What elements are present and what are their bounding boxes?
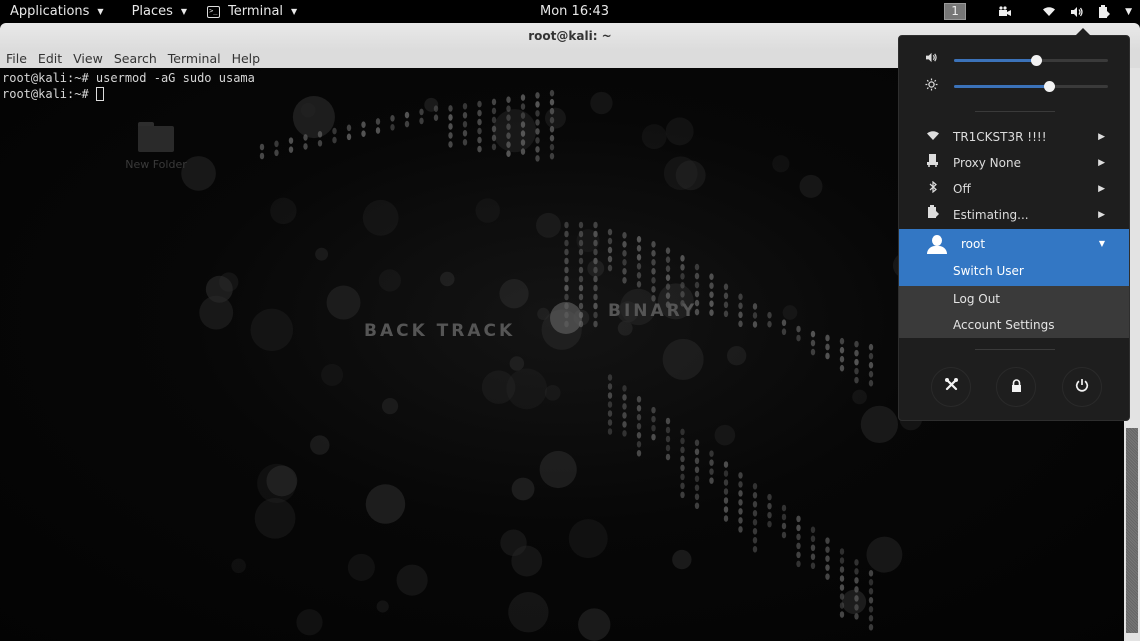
menu-view[interactable]: View [73,50,109,68]
scrollbar-thumb[interactable] [1126,428,1138,633]
submenu-arrow-icon: ▶ [1098,184,1105,194]
desktop-icon-new-folder[interactable]: New Folder [118,122,194,171]
brightness-slider-knob[interactable] [1044,81,1056,92]
places-menu[interactable]: Places ▼ [122,0,198,23]
menu-edit[interactable]: Edit [38,50,68,68]
power-button[interactable] [1062,367,1102,407]
terminal-icon: >_ [207,5,221,18]
chevron-down-icon: ▼ [97,7,104,16]
screencast-icon[interactable] [998,5,1012,18]
volume-slider-knob[interactable] [1030,55,1042,66]
log-out-label: Log Out [953,292,1001,306]
volume-icon [925,52,938,66]
battery-icon [925,202,941,228]
terminal-prompt: root@kali:~# [2,87,96,101]
bluetooth-label: Off [953,182,971,196]
volume-icon[interactable] [1070,6,1084,18]
submenu-arrow-icon: ▶ [1098,158,1105,168]
user-section: root ▼ Switch User [899,229,1129,286]
menu-item-proxy[interactable]: Proxy None ▶ [899,150,1129,176]
system-menu-arrow-icon[interactable]: ▼ [1125,7,1132,17]
settings-button[interactable] [931,367,971,407]
wifi-icon [925,124,941,150]
menu-terminal[interactable]: Terminal [168,50,227,68]
popover-pointer [1075,28,1091,36]
separator [975,349,1055,350]
proxy-label: Proxy None [953,156,1021,170]
menu-search[interactable]: Search [114,50,163,68]
bluetooth-icon [925,176,941,202]
applications-menu[interactable]: Applications ▼ [0,0,114,23]
switch-user-item[interactable]: Switch User [899,259,1129,285]
menu-item-battery[interactable]: Estimating... ▶ [899,202,1129,228]
volume-slider[interactable] [954,55,1108,66]
submenu-arrow-icon: ▶ [1098,210,1105,220]
battery-label: Estimating... [953,208,1029,222]
proxy-icon [925,150,941,176]
folder-icon [138,122,174,152]
wifi-icon[interactable] [1042,6,1056,17]
places-label: Places [131,4,173,19]
chevron-down-icon: ▼ [180,7,188,16]
terminal-cursor [95,87,104,101]
menu-item-wifi[interactable]: TR1CKST3R !!!! ▶ [899,124,1129,150]
workspace-indicator[interactable]: 1 [944,3,967,20]
avatar-icon [927,235,947,254]
menu-item-bluetooth[interactable]: Off ▶ [899,176,1129,202]
power-icon [1075,378,1089,396]
system-tray[interactable]: 1 ▼ [944,0,1132,23]
clock[interactable]: Mon 16:43 [540,4,609,19]
system-menu: TR1CKST3R !!!! ▶ Proxy None ▶ Off ▶ Esti… [898,28,1131,421]
brightness-slider-fill [954,85,1050,88]
wifi-network-label: TR1CKST3R !!!! [953,130,1047,144]
battery-icon[interactable] [1098,4,1111,19]
brightness-slider[interactable] [954,81,1108,92]
volume-slider-row [899,50,1131,70]
lock-icon [1011,378,1022,396]
menu-file[interactable]: File [6,50,33,68]
chevron-down-icon: ▼ [1098,239,1105,248]
settings-icon [944,378,959,396]
user-name: root [961,237,986,251]
chevron-down-icon: ▼ [291,7,298,16]
user-submenu: Log Out Account Settings [899,286,1129,338]
log-out-item[interactable]: Log Out [899,286,1129,312]
submenu-arrow-icon: ▶ [1098,132,1105,142]
separator [975,111,1055,112]
brightness-icon [925,78,938,94]
switch-user-label: Switch User [953,264,1024,278]
volume-slider-fill [954,59,1036,62]
menu-help[interactable]: Help [232,50,267,68]
account-settings-item[interactable]: Account Settings [899,312,1129,338]
user-menu-toggle[interactable]: root ▼ [899,229,1129,259]
desktop-icon-label: New Folder [125,158,187,171]
terminal-app-menu[interactable]: >_ Terminal ▼ [197,0,307,23]
account-settings-label: Account Settings [953,318,1055,332]
applications-label: Applications [10,4,90,19]
terminal-app-label: Terminal [228,4,284,19]
window-title: root@kali: ~ [528,29,612,43]
top-panel: Applications ▼ Places ▼ >_ Terminal ▼ Mo… [0,0,1140,23]
brightness-slider-row [899,76,1131,96]
lock-button[interactable] [996,367,1036,407]
